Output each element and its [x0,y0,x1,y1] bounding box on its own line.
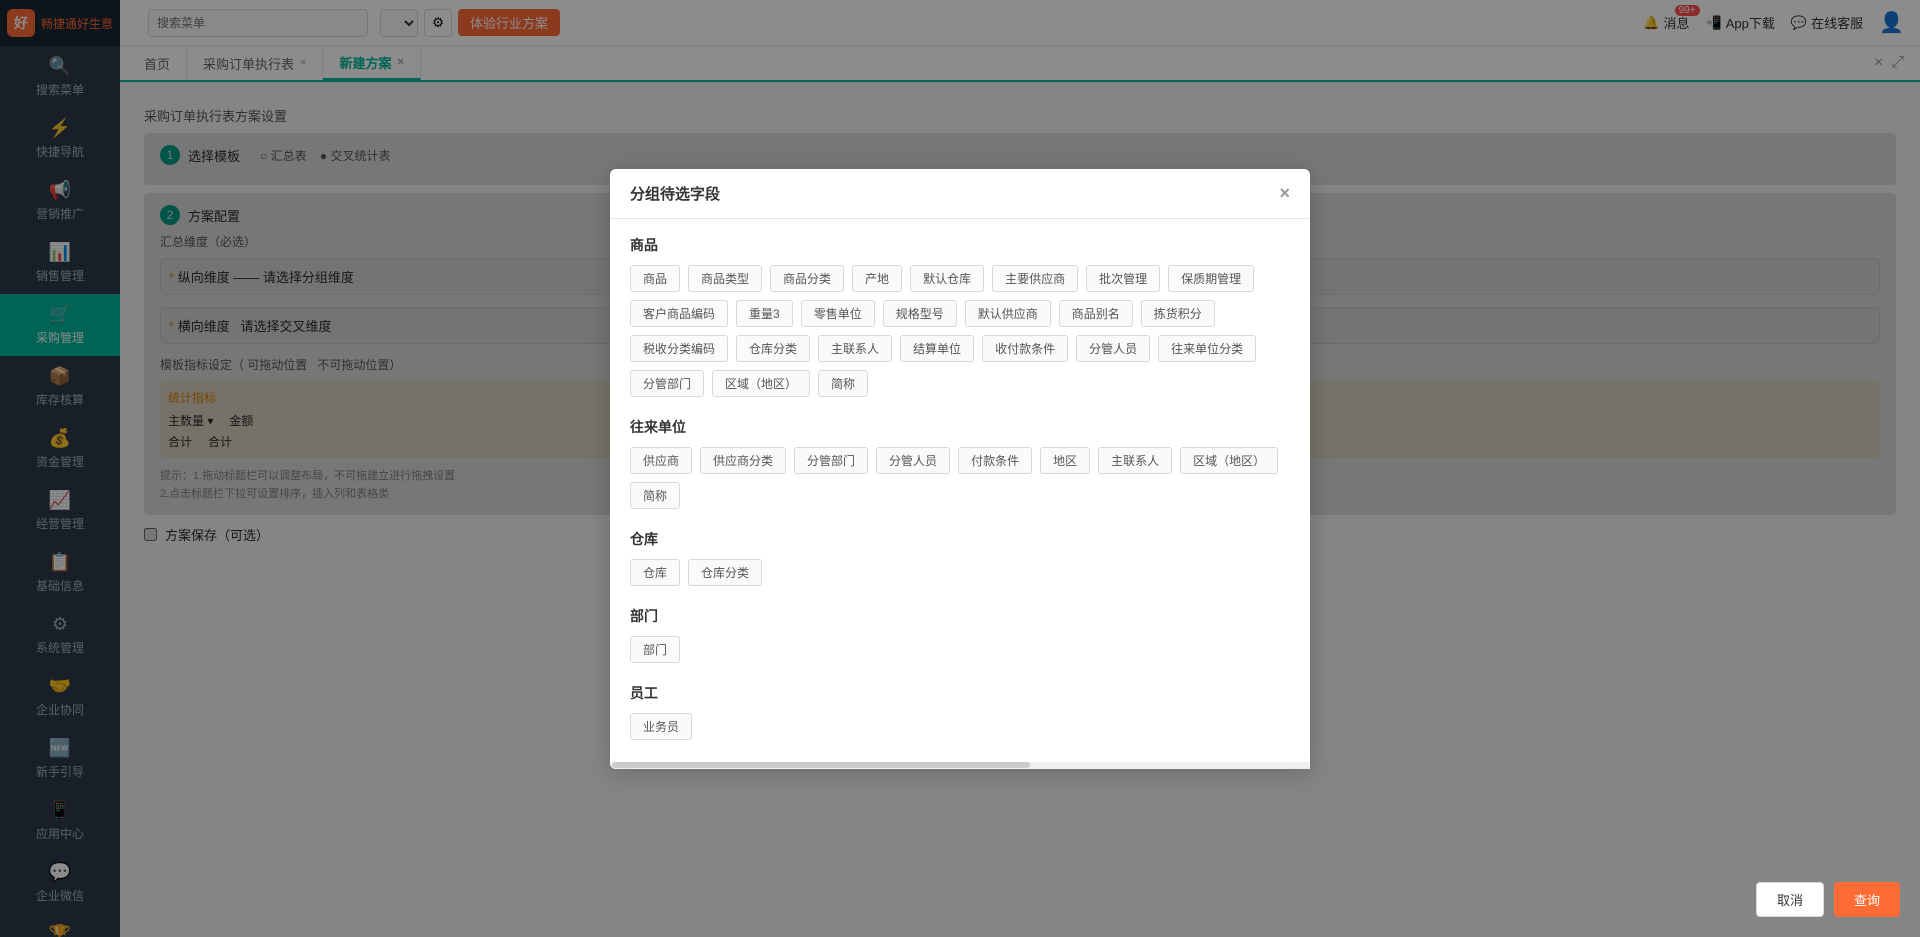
chip-manager2[interactable]: 分管人员 [876,447,950,474]
section-employee-title: 员工 [630,683,1290,703]
chip-dept[interactable]: 分管部门 [630,370,704,397]
chip-short-name2[interactable]: 简称 [630,482,680,509]
section-department: 部门 部门 [630,606,1290,663]
chip-dept2[interactable]: 分管部门 [794,447,868,474]
modal-header: 分组待选字段 × [610,169,1310,219]
section-partner: 往来单位 供应商 供应商分类 分管部门 分管人员 付款条件 地区 主联系人 区域… [630,417,1290,509]
chip-partner-category[interactable]: 往来单位分类 [1158,335,1256,362]
chip-tax-code[interactable]: 税收分类编码 [630,335,728,362]
section-dept-chips: 部门 [630,636,1290,663]
chip-goods[interactable]: 商品 [630,265,680,292]
chip-warehouse-cat[interactable]: 仓库分类 [688,559,762,586]
chip-supplier[interactable]: 供应商 [630,447,692,474]
chip-salesperson[interactable]: 业务员 [630,713,692,740]
chip-weight3[interactable]: 重量3 [736,300,793,327]
chip-goods-type[interactable]: 商品类型 [688,265,762,292]
modal-title: 分组待选字段 [630,183,720,204]
section-goods-title: 商品 [630,235,1290,255]
chip-customer-code[interactable]: 客户商品编码 [630,300,728,327]
chip-payment-cond[interactable]: 付款条件 [958,447,1032,474]
chip-goods-alias[interactable]: 商品别名 [1059,300,1133,327]
chip-retail-unit[interactable]: 零售单位 [801,300,875,327]
section-warehouse: 仓库 仓库 仓库分类 [630,529,1290,586]
chip-pick-score[interactable]: 拣货积分 [1141,300,1215,327]
section-employee-chips: 业务员 [630,713,1290,740]
modal-horizontal-scrollbar[interactable] [610,762,1310,768]
section-partner-chips: 供应商 供应商分类 分管部门 分管人员 付款条件 地区 主联系人 区域（地区） … [630,447,1290,509]
section-goods-chips: 商品 商品类型 商品分类 产地 默认仓库 主要供应商 批次管理 保质期管理 客户… [630,265,1290,397]
chip-area[interactable]: 地区 [1040,447,1090,474]
chip-origin[interactable]: 产地 [852,265,902,292]
chip-goods-category[interactable]: 商品分类 [770,265,844,292]
confirm-button[interactable]: 查询 [1834,882,1900,917]
section-employee: 员工 业务员 [630,683,1290,740]
chip-default-warehouse[interactable]: 默认仓库 [910,265,984,292]
chip-settlement-unit[interactable]: 结算单位 [900,335,974,362]
chip-warehouse-category[interactable]: 仓库分类 [736,335,810,362]
chip-department[interactable]: 部门 [630,636,680,663]
scrollbar-thumb [612,762,1030,768]
section-partner-title: 往来单位 [630,417,1290,437]
chip-payment-terms[interactable]: 收付款条件 [982,335,1068,362]
chip-supplier-category[interactable]: 供应商分类 [700,447,786,474]
section-warehouse-title: 仓库 [630,529,1290,549]
chip-spec-model[interactable]: 规格型号 [883,300,957,327]
chip-manager[interactable]: 分管人员 [1076,335,1150,362]
chip-region2[interactable]: 区域（地区） [1180,447,1278,474]
chip-warehouse[interactable]: 仓库 [630,559,680,586]
modal-close-button[interactable]: × [1279,183,1290,204]
modal-body[interactable]: 商品 商品 商品类型 商品分类 产地 默认仓库 主要供应商 批次管理 保质期管理… [610,219,1310,763]
modal-footer-buttons: 取消 查询 [1756,882,1900,917]
chip-region[interactable]: 区域（地区） [712,370,810,397]
chip-default-supplier[interactable]: 默认供应商 [965,300,1051,327]
modal-overlay: 分组待选字段 × 商品 商品 商品类型 商品分类 产地 默认仓库 主要供应商 批… [0,0,1920,937]
section-warehouse-chips: 仓库 仓库分类 [630,559,1290,586]
chip-short-name[interactable]: 简称 [818,370,868,397]
chip-main-supplier[interactable]: 主要供应商 [992,265,1078,292]
cancel-button[interactable]: 取消 [1756,882,1824,917]
section-goods: 商品 商品 商品类型 商品分类 产地 默认仓库 主要供应商 批次管理 保质期管理… [630,235,1290,397]
chip-expiry-manage[interactable]: 保质期管理 [1168,265,1254,292]
chip-batch-manage[interactable]: 批次管理 [1086,265,1160,292]
section-dept-title: 部门 [630,606,1290,626]
chip-main-contact2[interactable]: 主联系人 [1098,447,1172,474]
chip-main-contact[interactable]: 主联系人 [818,335,892,362]
modal-dialog: 分组待选字段 × 商品 商品 商品类型 商品分类 产地 默认仓库 主要供应商 批… [610,169,1310,769]
